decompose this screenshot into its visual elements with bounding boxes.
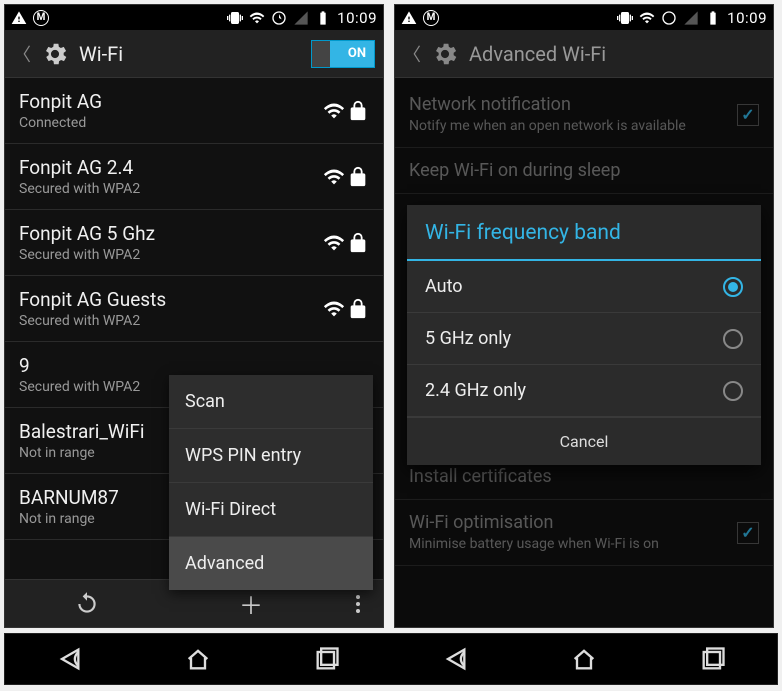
lock-icon	[347, 166, 369, 188]
nav-back-icon[interactable]	[441, 645, 469, 673]
dialog-option[interactable]: 2.4 GHz only	[407, 365, 761, 417]
back-icon[interactable]: 〈	[13, 41, 31, 67]
network-ssid: BARNUM87	[19, 486, 119, 509]
status-bar: M 10:09	[5, 5, 383, 30]
frequency-band-dialog: Wi-Fi frequency band Auto 5 GHz only 2.4…	[407, 205, 761, 465]
motorola-icon: M	[423, 10, 439, 26]
network-ssid: Fonpit AG	[19, 90, 102, 113]
page-title: Advanced Wi-Fi	[469, 42, 765, 66]
network-ssid: Fonpit AG Guests	[19, 288, 166, 311]
lock-icon	[347, 298, 369, 320]
warning-icon	[11, 10, 27, 26]
network-status: Not in range	[19, 445, 145, 461]
network-ssid: 9	[19, 354, 140, 377]
wifi-network-row[interactable]: Fonpit AG 5 Ghz Secured with WPA2	[5, 210, 383, 276]
nav-recent-icon[interactable]	[699, 645, 727, 673]
menu-item[interactable]: Advanced	[169, 537, 373, 590]
status-bar: M 10:09	[395, 5, 773, 30]
radio-button[interactable]	[723, 277, 743, 297]
phone-left: M 10:09 〈 Wi-Fi ON Fonpit AG Connected	[4, 4, 384, 628]
dialog-title: Wi-Fi frequency band	[407, 205, 761, 261]
wifi-toggle[interactable]: ON	[311, 40, 375, 68]
wifi-network-row[interactable]: Fonpit AG Guests Secured with WPA2	[5, 276, 383, 342]
nav-home-icon[interactable]	[570, 645, 598, 673]
network-ssid: Fonpit AG 5 Ghz	[19, 222, 155, 245]
overflow-menu: ScanWPS PIN entryWi-Fi DirectAdvanced	[169, 375, 373, 590]
network-status: Secured with WPA2	[19, 313, 166, 329]
wifi-network-row[interactable]: Fonpit AG Connected	[5, 78, 383, 144]
wifi-signal-icon	[323, 298, 369, 320]
network-ssid: Balestrari_WiFi	[19, 420, 145, 443]
lock-icon	[347, 232, 369, 254]
status-time: 10:09	[337, 9, 377, 27]
option-label: 2.4 GHz only	[425, 380, 526, 401]
menu-item[interactable]: Scan	[169, 375, 373, 429]
network-status: Secured with WPA2	[19, 181, 140, 197]
nav-back-icon[interactable]	[55, 645, 83, 673]
menu-item[interactable]: Wi-Fi Direct	[169, 483, 373, 537]
refresh-button[interactable]	[5, 580, 169, 627]
wifi-status-icon	[249, 10, 265, 26]
dialog-option[interactable]: 5 GHz only	[407, 313, 761, 365]
battery-icon	[315, 10, 331, 26]
nav-recent-icon[interactable]	[313, 645, 341, 673]
dialog-cancel-button[interactable]: Cancel	[407, 417, 761, 465]
settings-gear-icon	[431, 40, 459, 68]
network-status: Secured with WPA2	[19, 247, 155, 263]
network-ssid: Fonpit AG 2.4	[19, 156, 140, 179]
radio-button[interactable]	[723, 329, 743, 349]
wifi-network-row[interactable]: Fonpit AG 2.4 Secured with WPA2	[5, 144, 383, 210]
network-status: Connected	[19, 115, 102, 131]
warning-icon	[401, 10, 417, 26]
page-title: Wi-Fi	[79, 42, 301, 66]
menu-item[interactable]: WPS PIN entry	[169, 429, 373, 483]
wifi-signal-icon	[323, 100, 369, 122]
advanced-wifi-title-bar: 〈 Advanced Wi-Fi	[395, 30, 773, 78]
motorola-icon: M	[33, 10, 49, 26]
network-status: Not in range	[19, 511, 119, 527]
wifi-status-icon	[639, 10, 655, 26]
back-icon[interactable]: 〈	[403, 41, 421, 67]
wifi-signal-icon	[323, 232, 369, 254]
vibrate-icon	[227, 10, 243, 26]
wifi-signal-icon	[323, 166, 369, 188]
phone-right: M 10:09 〈 Advanced Wi-Fi Network notific…	[394, 4, 774, 628]
option-label: Auto	[425, 276, 463, 297]
settings-gear-icon	[41, 40, 69, 68]
lock-icon	[347, 100, 369, 122]
radio-button[interactable]	[723, 381, 743, 401]
system-navbar	[4, 633, 778, 685]
network-status: Secured with WPA2	[19, 379, 140, 395]
battery-icon	[705, 10, 721, 26]
sync-icon	[661, 10, 677, 26]
signal-icon	[683, 10, 699, 26]
sync-icon	[271, 10, 287, 26]
wifi-title-bar: 〈 Wi-Fi ON	[5, 30, 383, 78]
status-time: 10:09	[727, 9, 767, 27]
signal-icon	[293, 10, 309, 26]
vibrate-icon	[617, 10, 633, 26]
dialog-option[interactable]: Auto	[407, 261, 761, 313]
option-label: 5 GHz only	[425, 328, 511, 349]
nav-home-icon[interactable]	[184, 645, 212, 673]
